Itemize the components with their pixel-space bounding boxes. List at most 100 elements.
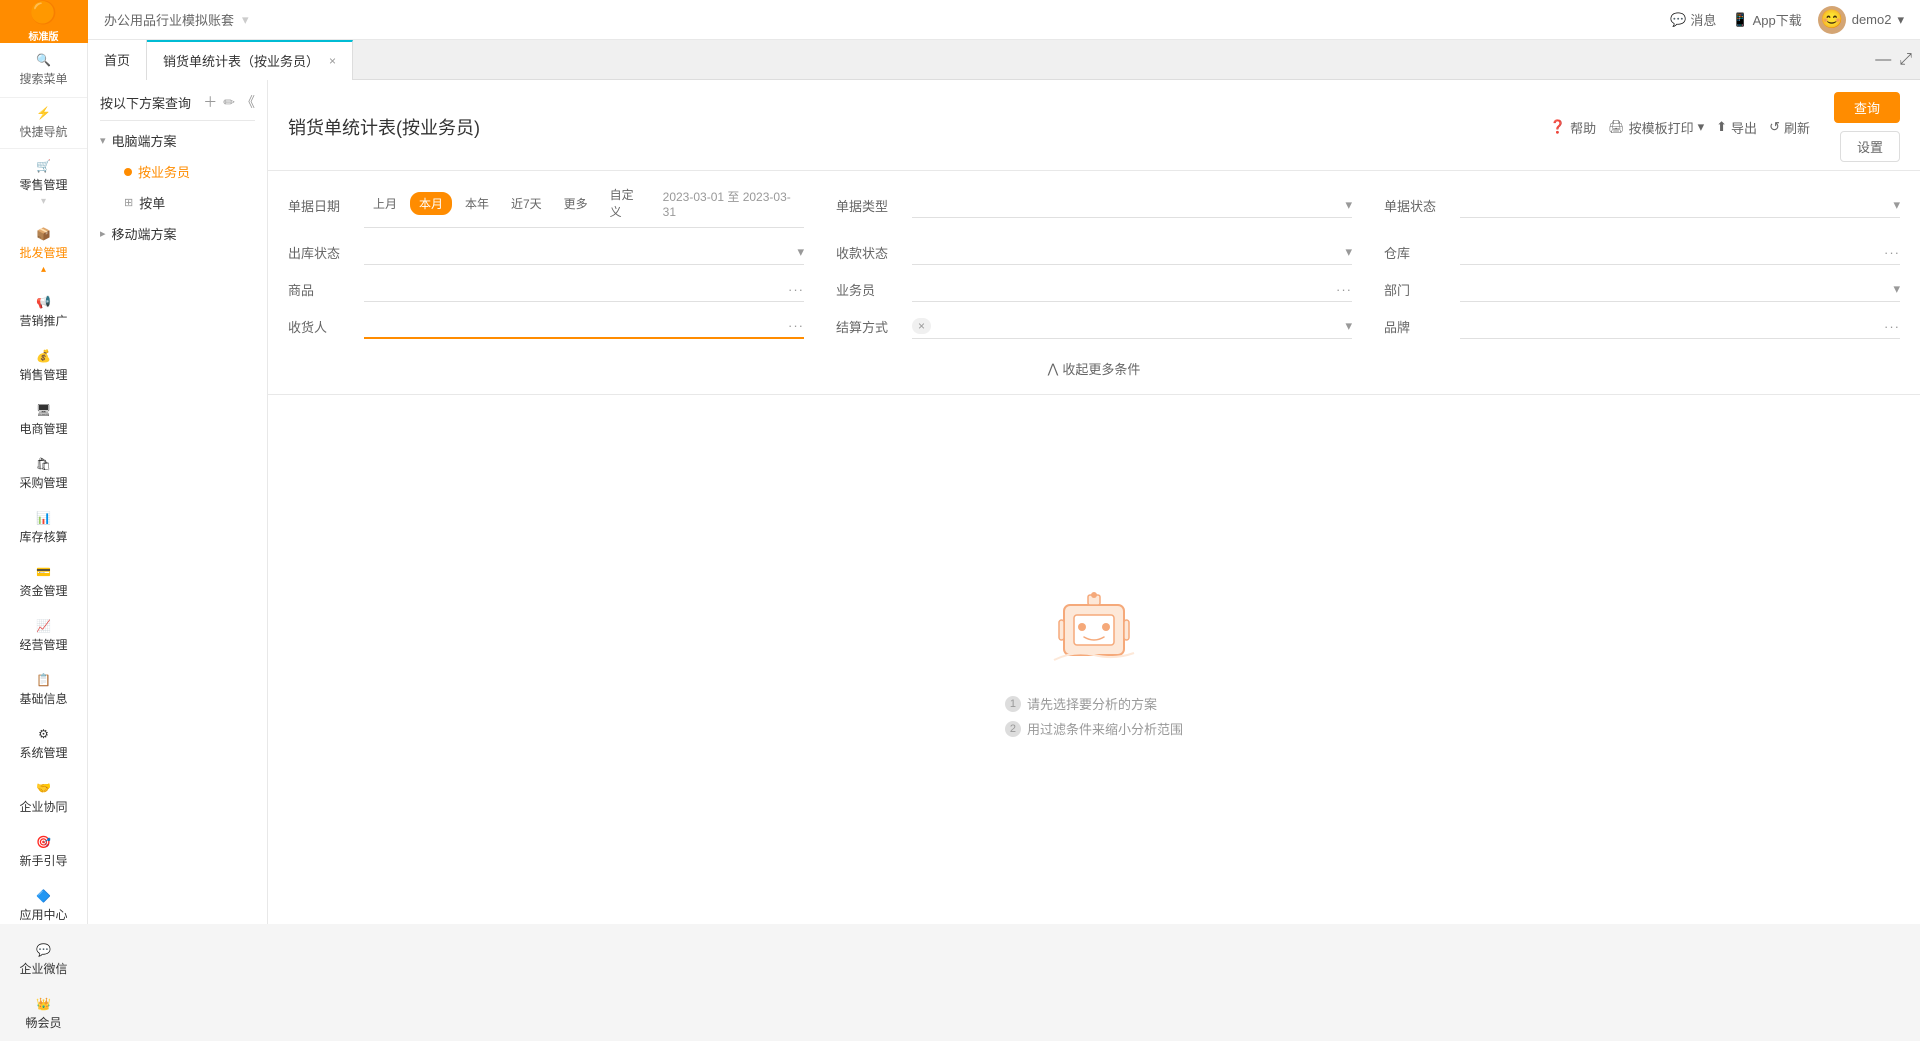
sidebar-item-system[interactable]: ⚙ 系统管理 bbox=[0, 717, 87, 771]
sidebar-item-basic[interactable]: 📋 基础信息 bbox=[0, 663, 87, 717]
export-btn[interactable]: ⬆ 导出 bbox=[1716, 118, 1757, 137]
avatar: 😊 bbox=[1818, 6, 1846, 34]
tree-item-by-order[interactable]: ⊞ 按单 bbox=[112, 187, 267, 218]
empty-state: 1 请先选择要分析的方案 2 用过滤条件来缩小分析范围 bbox=[268, 395, 1920, 924]
department-arrow-icon: ▾ bbox=[1893, 281, 1900, 297]
topbar-right: 💬 消息 📱 App下载 😊 demo2 ▾ bbox=[1670, 6, 1904, 34]
app-download-btn[interactable]: 📱 App下载 bbox=[1732, 10, 1801, 29]
settlement-label: 结算方式 bbox=[836, 317, 896, 336]
filter-row-1: 单据日期 上月 本月 本年 近7天 更多 自定义 2023-03-01 至 20… bbox=[288, 183, 1900, 228]
date-last-7days[interactable]: 近7天 bbox=[502, 192, 551, 215]
tree-folder-desktop[interactable]: ▾ 电脑端方案 bbox=[88, 125, 267, 156]
active-dot bbox=[124, 168, 132, 176]
tabbar-actions: — ⤢ bbox=[1875, 51, 1920, 69]
sidebar-item-newbie[interactable]: 🎯 新手引导 bbox=[0, 825, 87, 879]
brand-field[interactable]: ··· bbox=[1460, 315, 1900, 339]
quick-nav[interactable]: ⚡ 快捷导航 bbox=[0, 98, 87, 149]
collapse-panel-btn[interactable]: 《 bbox=[241, 92, 255, 112]
help-icon: ❓ bbox=[1550, 119, 1566, 135]
panel-divider bbox=[100, 120, 255, 121]
date-last-month[interactable]: 上月 bbox=[364, 192, 406, 215]
receiver-dots: ··· bbox=[788, 318, 804, 333]
product-field[interactable]: ··· bbox=[364, 278, 804, 302]
doc-type-dropdown[interactable]: ▾ bbox=[912, 193, 1352, 218]
query-btns: 查询 设置 bbox=[1822, 92, 1900, 162]
refresh-icon: ↺ bbox=[1769, 119, 1780, 135]
receiver-label: 收货人 bbox=[288, 317, 348, 336]
sidebar-item-wechat[interactable]: 💬 企业微信 bbox=[0, 933, 87, 987]
left-panel-actions: ＋ ✏ 《 bbox=[203, 92, 255, 112]
app-logo[interactable]: 🟠 标准版 bbox=[0, 0, 88, 43]
page-header: 销货单统计表(按业务员) ❓ 帮助 🖨 按模板打印 ▾ ⬆ 导出 bbox=[268, 80, 1920, 171]
warehouse-label: 仓库 bbox=[1384, 243, 1444, 262]
sidebar-item-finance[interactable]: 💳 资金管理 bbox=[0, 555, 87, 609]
sidebar-item-ops[interactable]: 📈 经营管理 bbox=[0, 609, 87, 663]
topbar: 办公用品行业模拟账套 ▾ 💬 消息 📱 App下载 😊 demo2 ▾ bbox=[88, 0, 1920, 40]
print-btn[interactable]: 🖨 按模板打印 ▾ bbox=[1608, 118, 1704, 137]
tab-minimize-icon[interactable]: — bbox=[1875, 51, 1891, 69]
date-this-year[interactable]: 本年 bbox=[456, 192, 498, 215]
settlement-tag-close[interactable]: × bbox=[918, 319, 925, 333]
date-this-month[interactable]: 本月 bbox=[410, 192, 452, 215]
search-menu[interactable]: 🔍 搜索菜单 bbox=[0, 43, 87, 98]
right-panel: 销货单统计表(按业务员) ❓ 帮助 🖨 按模板打印 ▾ ⬆ 导出 bbox=[268, 80, 1920, 924]
query-button[interactable]: 查询 bbox=[1834, 92, 1900, 123]
filter-row-4: 收货人 ··· 结算方式 × ▾ 品牌 bbox=[288, 314, 1900, 339]
sidebar-item-marketing[interactable]: 📢 营销推广 bbox=[0, 285, 87, 339]
purchase-icon: 🛍 bbox=[36, 457, 51, 471]
product-dots: ··· bbox=[788, 282, 804, 297]
marketing-icon: 📢 bbox=[36, 295, 51, 309]
refresh-btn[interactable]: ↺ 刷新 bbox=[1769, 118, 1810, 137]
brand-label: 品牌 bbox=[1384, 317, 1444, 336]
sidebar-item-corp[interactable]: 🤝 企业协同 bbox=[0, 771, 87, 825]
doc-status-dropdown[interactable]: ▾ bbox=[1460, 193, 1900, 218]
tree-folder-mobile[interactable]: ▸ 移动端方案 bbox=[88, 218, 267, 249]
receiver-field[interactable]: ··· bbox=[364, 314, 804, 339]
empty-tip-1: 1 请先选择要分析的方案 bbox=[1005, 694, 1183, 713]
settings-button[interactable]: 设置 bbox=[1840, 131, 1900, 162]
product-label: 商品 bbox=[288, 280, 348, 299]
tab-home[interactable]: 首页 bbox=[88, 40, 147, 80]
message-icon: 💬 bbox=[1670, 12, 1686, 28]
sidebar-item-apps[interactable]: 🔷 应用中心 bbox=[0, 879, 87, 933]
tab-sales-stat[interactable]: 销货单统计表（按业务员） × bbox=[147, 40, 353, 80]
user-chevron-icon: ▾ bbox=[1897, 12, 1904, 28]
folder-arrow-right-icon: ▸ bbox=[100, 227, 106, 240]
left-panel-header: 按以下方案查询 ＋ ✏ 《 bbox=[88, 80, 267, 120]
date-custom[interactable]: 自定义 bbox=[601, 183, 655, 223]
sidebar-item-wholesale[interactable]: 📦 批发管理 ▴ bbox=[0, 217, 87, 285]
ecommerce-icon: 🖥 bbox=[36, 403, 51, 417]
message-btn[interactable]: 💬 消息 bbox=[1670, 10, 1716, 29]
tab-close-icon[interactable]: × bbox=[329, 54, 336, 68]
help-btn[interactable]: ❓ 帮助 bbox=[1550, 118, 1596, 137]
tree-children-desktop: 按业务员 ⊞ 按单 bbox=[88, 156, 267, 218]
collapse-btn[interactable]: ⋀ 收起更多条件 bbox=[1048, 359, 1141, 378]
sidebar-item-retail[interactable]: 🛒 零售管理 ▾ bbox=[0, 149, 87, 217]
date-label: 单据日期 bbox=[288, 196, 348, 215]
filter-area: 单据日期 上月 本月 本年 近7天 更多 自定义 2023-03-01 至 20… bbox=[268, 171, 1920, 395]
filter-row-3: 商品 ··· 业务员 ··· 部门 ▾ bbox=[288, 277, 1900, 302]
sidebar-item-sales[interactable]: 💰 销售管理 bbox=[0, 339, 87, 393]
salesperson-field[interactable]: ··· bbox=[912, 278, 1352, 302]
date-more[interactable]: 更多 bbox=[555, 192, 597, 215]
tree-item-by-salesperson[interactable]: 按业务员 bbox=[112, 156, 267, 187]
sidebar-item-purchase[interactable]: 🛍 采购管理 bbox=[0, 447, 87, 501]
edit-scheme-btn[interactable]: ✏ bbox=[223, 94, 235, 111]
sidebar-item-inventory[interactable]: 📊 库存核算 bbox=[0, 501, 87, 555]
tab-maximize-icon[interactable]: ⤢ bbox=[1899, 51, 1912, 69]
user-menu[interactable]: 😊 demo2 ▾ bbox=[1818, 6, 1904, 34]
salesperson-label: 业务员 bbox=[836, 280, 896, 299]
sidebar-item-member[interactable]: 👑 畅会员 bbox=[0, 987, 87, 1041]
add-scheme-btn[interactable]: ＋ bbox=[203, 92, 217, 112]
search-icon: 🔍 bbox=[36, 53, 51, 67]
ops-icon: 📈 bbox=[36, 619, 51, 633]
out-status-dropdown[interactable]: ▾ bbox=[364, 240, 804, 265]
collapse-up-icon: ⋀ bbox=[1048, 361, 1059, 377]
app-icon: 📱 bbox=[1732, 12, 1748, 28]
department-dropdown[interactable]: ▾ bbox=[1460, 277, 1900, 302]
pay-status-dropdown[interactable]: ▾ bbox=[912, 240, 1352, 265]
warehouse-field[interactable]: ··· bbox=[1460, 241, 1900, 265]
salesperson-dots: ··· bbox=[1336, 282, 1352, 297]
content-area: 按以下方案查询 ＋ ✏ 《 ▾ 电脑端方案 按业务员 ⊞ bbox=[88, 80, 1920, 924]
sidebar-item-ecommerce[interactable]: 🖥 电商管理 bbox=[0, 393, 87, 447]
